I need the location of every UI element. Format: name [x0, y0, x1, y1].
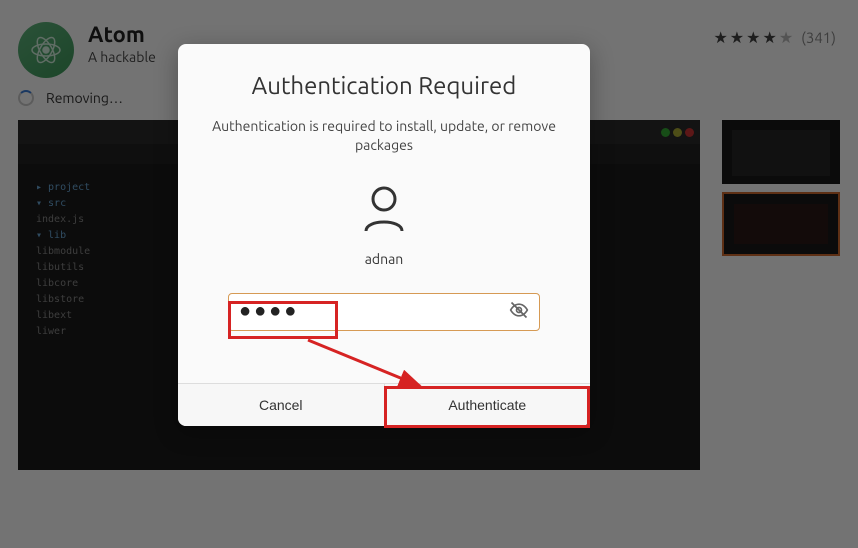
toggle-visibility-button[interactable] [509, 300, 529, 323]
eye-off-icon [509, 300, 529, 320]
user-icon [356, 181, 412, 237]
authenticate-button[interactable]: Authenticate [384, 384, 591, 426]
username-label: adnan [208, 251, 560, 267]
password-field-wrap [228, 293, 540, 331]
auth-dialog: Authentication Required Authentication i… [178, 44, 590, 426]
cancel-button[interactable]: Cancel [178, 384, 384, 426]
dialog-message: Authentication is required to install, u… [208, 117, 560, 155]
password-input[interactable] [239, 300, 509, 323]
dialog-title: Authentication Required [208, 72, 560, 99]
